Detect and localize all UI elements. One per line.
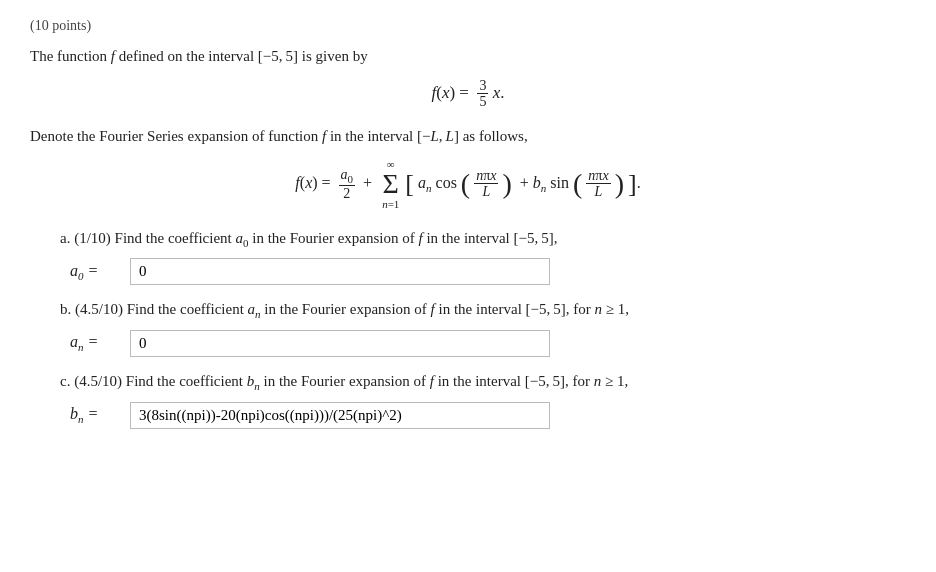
answer-label-a: a0 = xyxy=(70,262,130,282)
page: (10 points) The function f defined on th… xyxy=(0,0,936,572)
fx-formula: f(x) = 3 5 x. xyxy=(30,78,906,110)
answer-input-a[interactable] xyxy=(130,258,550,285)
fx-num: 3 xyxy=(477,78,488,94)
summation: ∞ Σ n=1 xyxy=(382,158,399,210)
question-a: a. (1/10) Find the coefficient a0 in the… xyxy=(60,226,906,253)
answer-row-a: a0 = xyxy=(70,258,906,285)
fx-den: 5 xyxy=(477,94,488,109)
answer-row-b: an = xyxy=(70,330,906,357)
question-c: c. (4.5/10) Find the coefficient bn in t… xyxy=(60,369,906,396)
answer-input-c[interactable] xyxy=(130,402,550,429)
left-bracket: [ xyxy=(405,169,414,198)
right-bracket: ] xyxy=(628,169,637,198)
intro-text: The function f defined on the interval [… xyxy=(30,44,906,68)
right-paren-cos: ) xyxy=(502,168,511,199)
denote-text: Denote the Fourier Series expansion of f… xyxy=(30,124,906,148)
right-paren-sin: ) xyxy=(615,168,624,199)
sin-frac: nπx L xyxy=(586,168,610,200)
answer-input-b[interactable] xyxy=(130,330,550,357)
answer-label-c: bn = xyxy=(70,405,130,425)
question-b: b. (4.5/10) Find the coefficient an in t… xyxy=(60,297,906,324)
points-label: (10 points) xyxy=(30,18,906,34)
cos-frac: nπx L xyxy=(474,168,498,200)
left-paren-sin: ( xyxy=(573,168,582,199)
fx-fraction: 3 5 xyxy=(477,78,488,110)
fourier-series-formula: f(x) = a0 2 + ∞ Σ n=1 [ an cos ( nπx L )… xyxy=(30,158,906,210)
answer-row-c: bn = xyxy=(70,402,906,429)
left-paren-cos: ( xyxy=(461,168,470,199)
answer-label-b: an = xyxy=(70,333,130,353)
a0-frac: a0 2 xyxy=(339,167,356,201)
